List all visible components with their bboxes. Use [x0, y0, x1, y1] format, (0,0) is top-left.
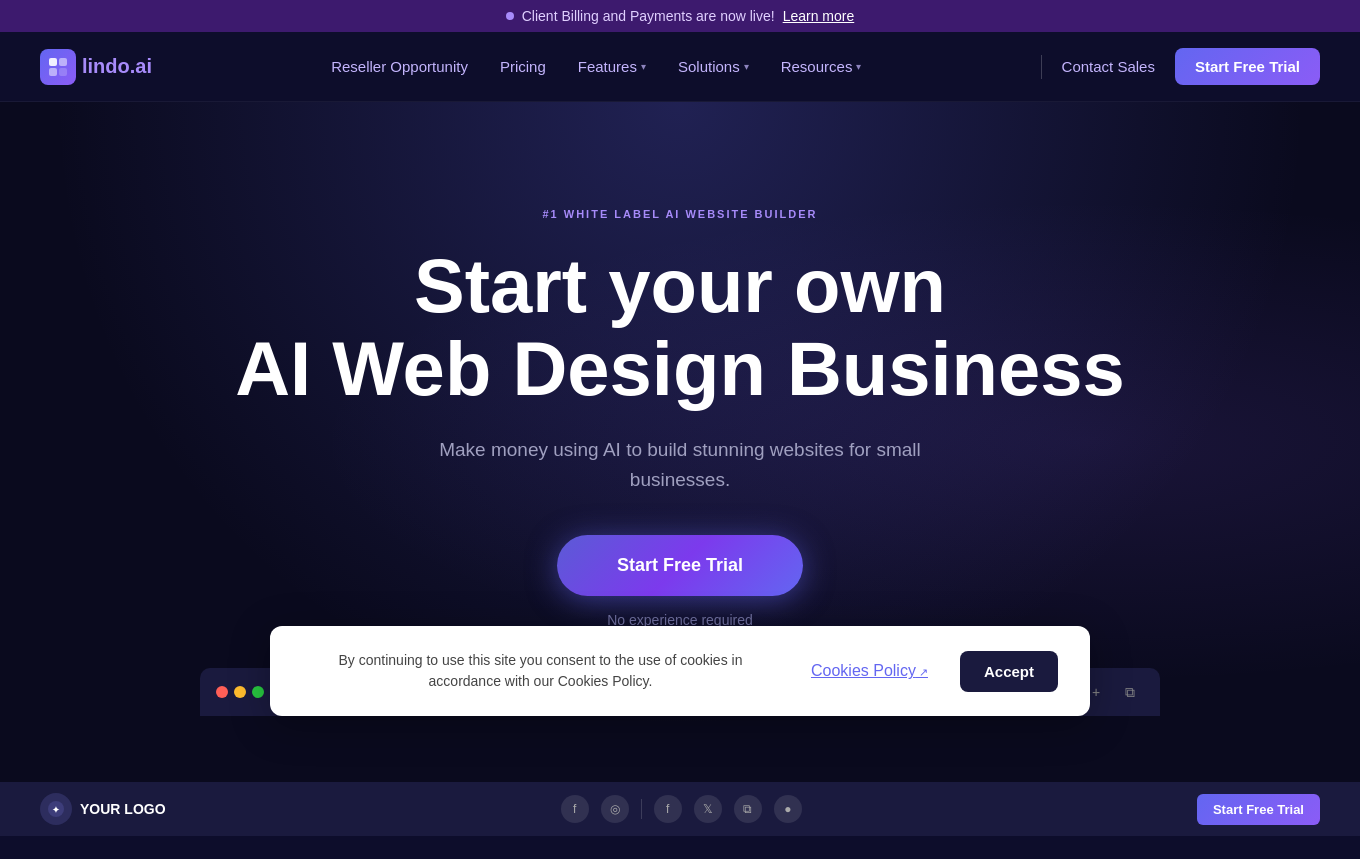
contact-sales-link[interactable]: Contact Sales — [1062, 58, 1155, 75]
nav-divider — [1041, 55, 1042, 79]
browser-dot-red — [216, 686, 228, 698]
social-icon-link[interactable]: ⧉ — [734, 795, 762, 823]
accept-cookie-button[interactable]: Accept — [960, 651, 1058, 692]
learn-more-link[interactable]: Learn more — [783, 8, 855, 24]
cookie-text: By continuing to use this site you conse… — [302, 650, 779, 692]
footer-logo-text: YOUR LOGO — [80, 801, 166, 817]
social-icon-twitter[interactable]: 𝕏 — [694, 795, 722, 823]
footer-logo-icon: ✦ — [40, 793, 72, 825]
social-icon-facebook2[interactable]: f — [654, 795, 682, 823]
nav-item-solutions[interactable]: Solutions ▾ — [678, 58, 749, 75]
svg-rect-3 — [59, 68, 67, 76]
social-icon-facebook[interactable]: f — [561, 795, 589, 823]
hero-section: #1 WHITE LABEL AI WEBSITE BUILDER Start … — [0, 102, 1360, 782]
announcement-dot — [506, 12, 514, 20]
browser-copy-icon[interactable]: ⧉ — [1116, 678, 1144, 706]
social-icon-instagram[interactable]: ◎ — [601, 795, 629, 823]
logo-icon — [40, 49, 76, 85]
nav-links: Reseller Opportunity Pricing Features ▾ … — [331, 58, 861, 75]
announcement-bar: Client Billing and Payments are now live… — [0, 0, 1360, 32]
hero-title: Start your own AI Web Design Business — [235, 244, 1125, 411]
cookie-banner: By continuing to use this site you conse… — [270, 626, 1090, 716]
nav-item-resources[interactable]: Resources ▾ — [781, 58, 862, 75]
social-divider — [641, 799, 642, 819]
announcement-text: Client Billing and Payments are now live… — [522, 8, 775, 24]
footer-social-icons: f ◎ f 𝕏 ⧉ ● — [561, 795, 802, 823]
logo-text: lindo.ai — [82, 55, 152, 78]
logo[interactable]: lindo.ai — [40, 49, 152, 85]
browser-mockup: ☰ ‹ ⬇ ⬆ + ⧉ By continuing to use this si… — [200, 668, 1160, 716]
nav-item-features[interactable]: Features ▾ — [578, 58, 646, 75]
footer-strip: ✦ YOUR LOGO f ◎ f 𝕏 ⧉ ● Start Free Trial — [0, 782, 1360, 836]
navbar: lindo.ai Reseller Opportunity Pricing Fe… — [0, 32, 1360, 102]
chevron-down-icon: ▾ — [641, 61, 646, 72]
start-trial-nav-button[interactable]: Start Free Trial — [1175, 48, 1320, 85]
social-icon-other[interactable]: ● — [774, 795, 802, 823]
svg-rect-0 — [49, 58, 57, 66]
svg-rect-1 — [59, 58, 67, 66]
chevron-down-icon: ▾ — [744, 61, 749, 72]
start-trial-hero-button[interactable]: Start Free Trial — [557, 535, 803, 596]
nav-right: Contact Sales Start Free Trial — [1041, 48, 1320, 85]
browser-dot-yellow — [234, 686, 246, 698]
footer-logo: ✦ YOUR LOGO — [40, 793, 166, 825]
hero-subtitle: Make money using AI to build stunning we… — [390, 435, 970, 496]
chevron-down-icon: ▾ — [856, 61, 861, 72]
nav-item-reseller[interactable]: Reseller Opportunity — [331, 58, 468, 75]
svg-text:✦: ✦ — [52, 805, 60, 815]
browser-dots — [216, 686, 264, 698]
cookie-policy-link[interactable]: Cookies Policy — [811, 662, 928, 680]
footer-cta-button[interactable]: Start Free Trial — [1197, 794, 1320, 825]
hero-badge: #1 WHITE LABEL AI WEBSITE BUILDER — [542, 208, 817, 220]
browser-dot-green — [252, 686, 264, 698]
nav-item-pricing[interactable]: Pricing — [500, 58, 546, 75]
svg-rect-2 — [49, 68, 57, 76]
